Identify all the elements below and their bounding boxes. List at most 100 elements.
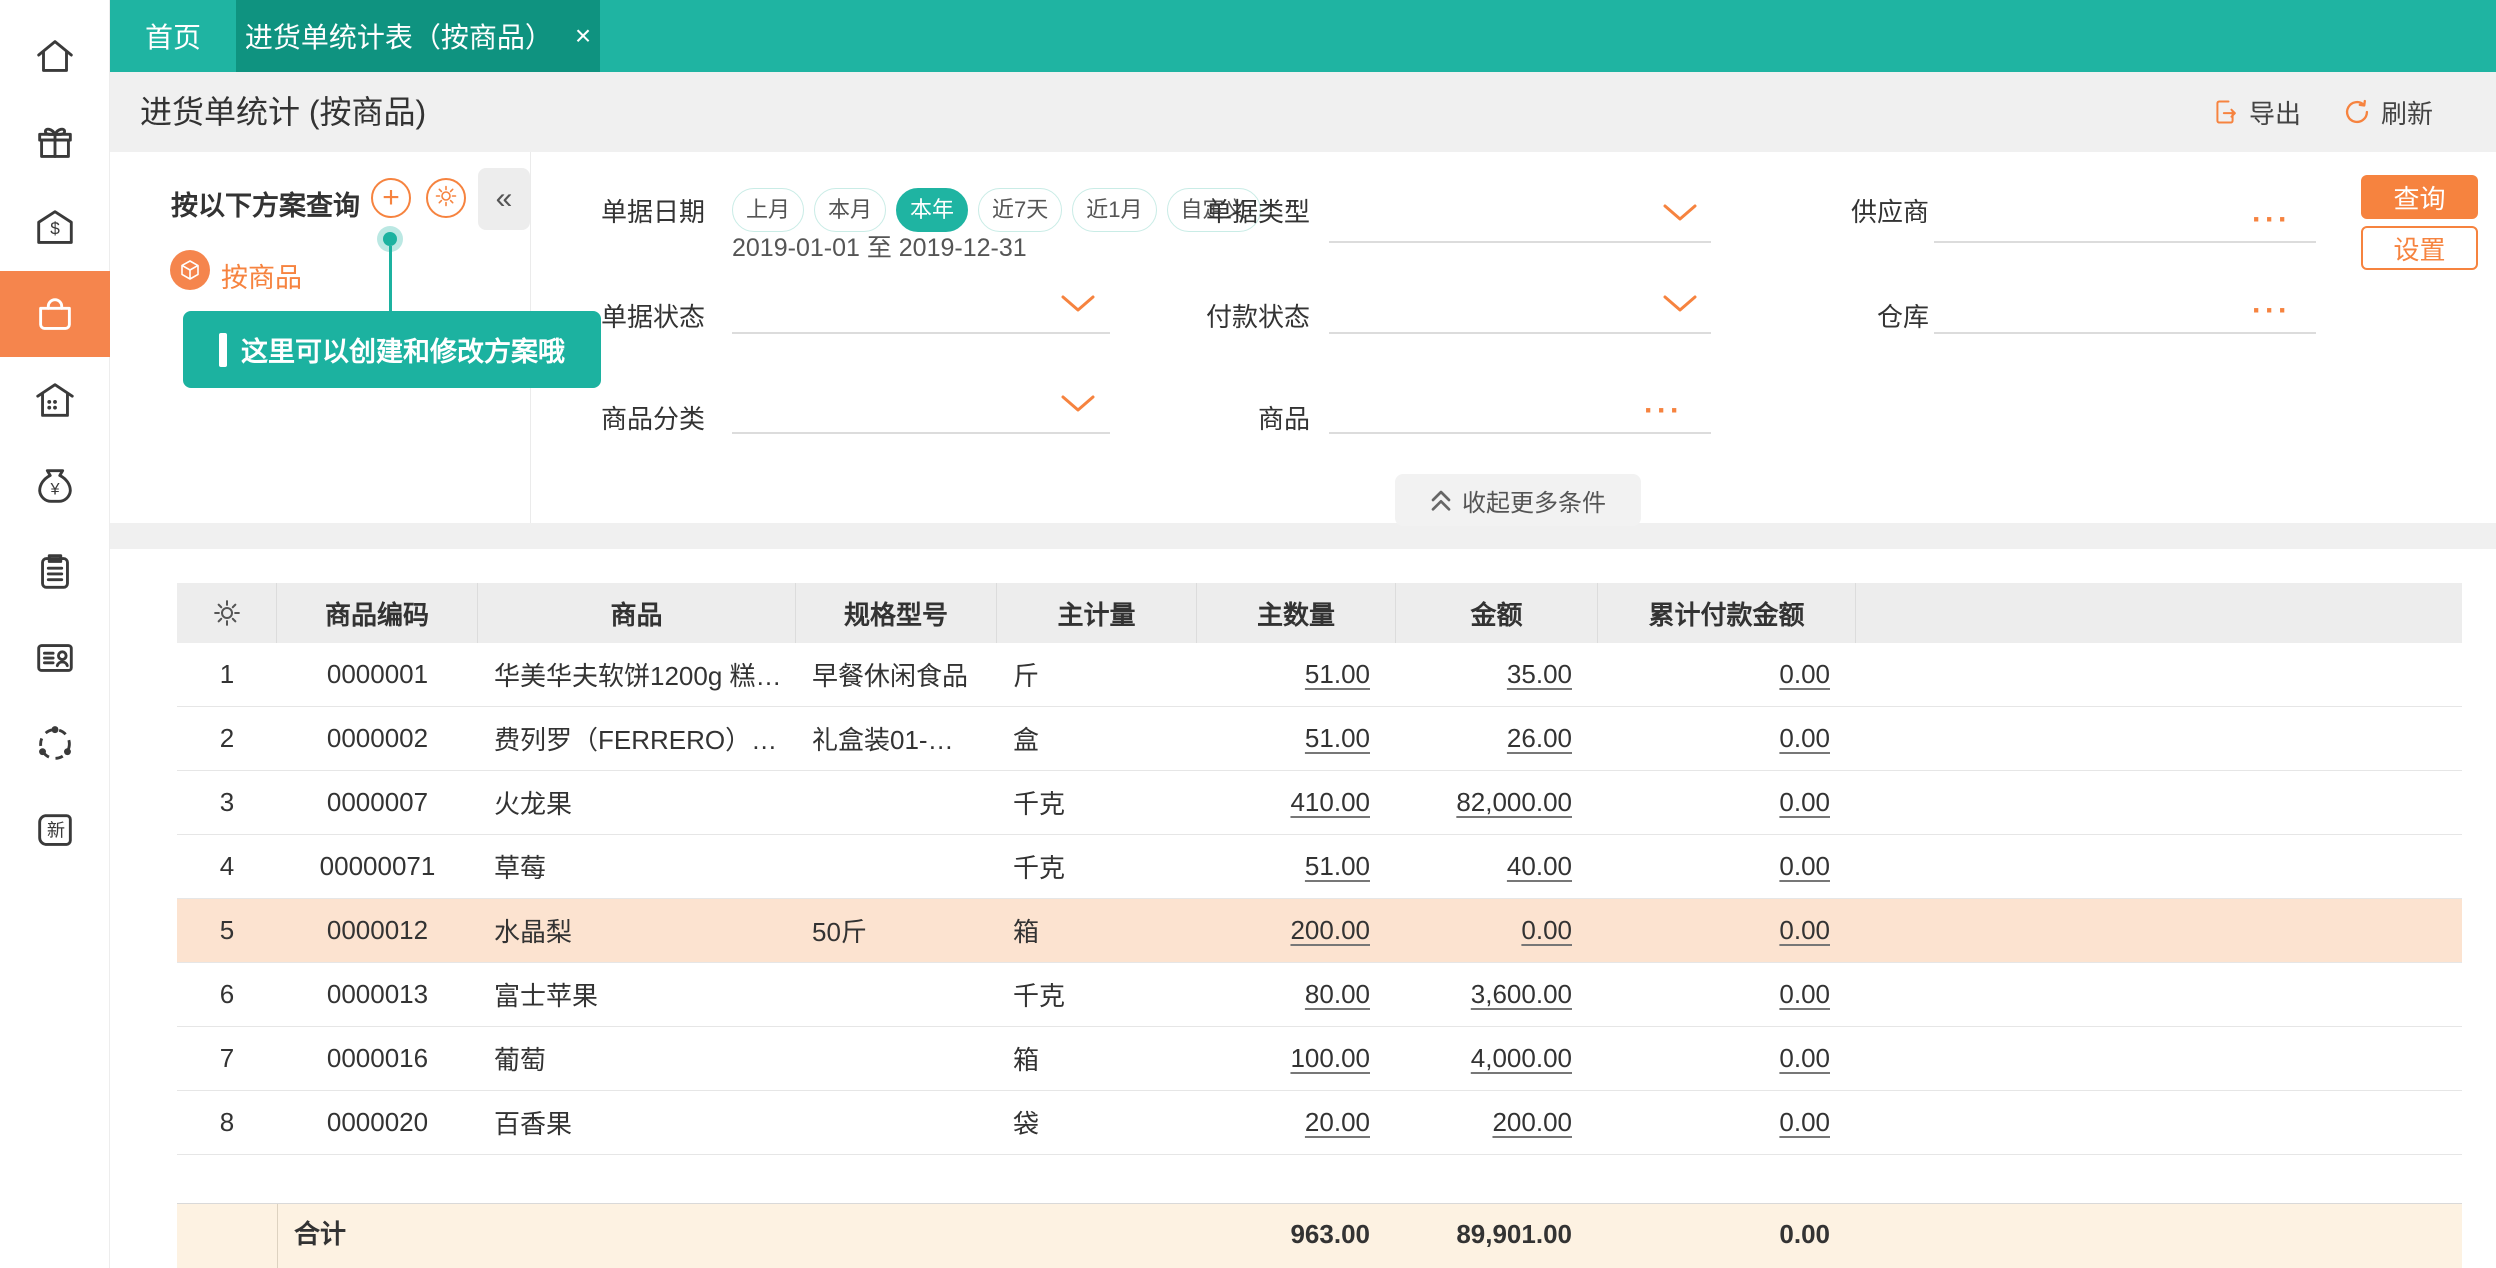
add-scheme-button[interactable]: + — [371, 178, 411, 218]
supplier-more-icon[interactable]: ··· — [2252, 203, 2291, 237]
cell-code: 0000016 — [326, 1043, 429, 1073]
warehouse-field[interactable] — [1934, 332, 2316, 334]
cell-qty: 51.00 — [1197, 707, 1396, 770]
cell-amount: 200.00 — [1396, 1091, 1598, 1154]
supplier-field[interactable] — [1934, 241, 2316, 243]
pay-status-field[interactable] — [1329, 332, 1711, 334]
amount-link[interactable]: 40.00 — [1507, 851, 1572, 882]
collapse-more-filters-button[interactable]: 收起更多条件 — [1395, 474, 1641, 526]
column-header-settings[interactable] — [177, 583, 277, 643]
date-pill[interactable]: 近7天 — [978, 188, 1063, 232]
paid-link[interactable]: 0.00 — [1779, 1043, 1830, 1074]
paid-link[interactable]: 0.00 — [1779, 723, 1830, 754]
doc-status-chevron-down-icon[interactable] — [1060, 294, 1096, 314]
paid-link[interactable]: 0.00 — [1779, 1107, 1830, 1138]
scheme-settings-button[interactable] — [426, 178, 466, 218]
category-field[interactable] — [732, 432, 1110, 434]
sidebar-item-new-badge[interactable]: 新 — [0, 787, 110, 873]
qty-link[interactable]: 51.00 — [1305, 723, 1370, 754]
sidebar-item-clipboard[interactable] — [0, 529, 110, 615]
sidebar-item-network[interactable] — [0, 701, 110, 787]
svg-text:$: $ — [50, 219, 60, 239]
warehouse-icon — [32, 377, 78, 423]
cell-code: 0000007 — [326, 787, 429, 817]
qty-link[interactable]: 51.00 — [1305, 851, 1370, 882]
total-row-divider — [277, 1204, 278, 1268]
sidebar-item-warehouse[interactable] — [0, 357, 110, 443]
cell-name: 火龙果 — [494, 789, 573, 819]
tooltip-connector — [389, 246, 392, 312]
paid-link[interactable]: 0.00 — [1779, 979, 1830, 1010]
product-field[interactable] — [1329, 432, 1711, 434]
amount-link[interactable]: 200.00 — [1492, 1107, 1572, 1138]
cell-amount: 82,000.00 — [1396, 771, 1598, 834]
qty-link[interactable]: 80.00 — [1305, 979, 1370, 1010]
table-row[interactable]: 7 0000016 葡萄 箱 100.00 4,000.00 0.00 — [177, 1027, 2462, 1091]
sidebar-item-sales-house[interactable]: $ — [0, 185, 110, 271]
cell-unit: 斤 — [1013, 661, 1040, 691]
warehouse-more-icon[interactable]: ··· — [2252, 294, 2291, 328]
sidebar-item-money-bag[interactable]: ¥ — [0, 443, 110, 529]
qty-link[interactable]: 20.00 — [1305, 1107, 1370, 1138]
settings-button[interactable]: 设置 — [2361, 226, 2478, 270]
cell-unit: 千克 — [1013, 853, 1066, 883]
scheme-item-label[interactable]: 按商品 — [221, 256, 302, 295]
cell-amount: 0.00 — [1396, 899, 1598, 962]
close-tab-icon[interactable]: × — [575, 22, 591, 50]
cell-filler — [1856, 1027, 2462, 1090]
cell-unit: 袋 — [1013, 1109, 1040, 1139]
section-divider — [110, 523, 2496, 549]
sidebar-item-contact-card[interactable] — [0, 615, 110, 701]
qty-link[interactable]: 410.00 — [1290, 787, 1370, 818]
pay-status-chevron-down-icon[interactable] — [1662, 294, 1698, 314]
network-icon — [32, 721, 78, 767]
cell-paid: 0.00 — [1598, 835, 1856, 898]
cell-name: 百香果 — [494, 1109, 573, 1139]
cell-amount: 3,600.00 — [1396, 963, 1598, 1026]
table-row[interactable]: 2 0000002 费列罗（FERRERO）… 礼盒装01-… 盒 51.00 26.00 0… — [177, 707, 2462, 771]
category-chevron-down-icon[interactable] — [1060, 394, 1096, 414]
amount-link[interactable]: 82,000.00 — [1456, 787, 1572, 818]
table-row[interactable]: 3 0000007 火龙果 千克 410.00 82,000.00 0.00 — [177, 771, 2462, 835]
table-row[interactable]: 4 00000071 草莓 千克 51.00 40.00 0.00 — [177, 835, 2462, 899]
cell-filler — [1856, 835, 2462, 898]
amount-link[interactable]: 4,000.00 — [1471, 1043, 1572, 1074]
paid-link[interactable]: 0.00 — [1779, 915, 1830, 946]
table-row[interactable]: 1 0000001 华美华夫软饼1200g 糕… 早餐休闲食品 斤 51.00 35.00 0… — [177, 643, 2462, 707]
date-pill[interactable]: 本年 — [896, 188, 969, 232]
date-pill[interactable]: 本月 — [814, 188, 887, 232]
query-button[interactable]: 查询 — [2361, 175, 2478, 219]
table-row[interactable]: 6 0000013 富士苹果 千克 80.00 3,600.00 0.00 — [177, 963, 2462, 1027]
export-button[interactable]: 导出 — [2211, 72, 2301, 152]
qty-link[interactable]: 200.00 — [1290, 915, 1370, 946]
scheme-item-by-product[interactable] — [170, 250, 210, 290]
sidebar-item-home[interactable] — [0, 13, 110, 99]
paid-link[interactable]: 0.00 — [1779, 659, 1830, 690]
tab-home[interactable]: 首页 — [110, 0, 236, 72]
qty-link[interactable]: 51.00 — [1305, 659, 1370, 690]
refresh-button[interactable]: 刷新 — [2343, 72, 2433, 152]
doc-type-chevron-down-icon[interactable] — [1662, 203, 1698, 223]
paid-link[interactable]: 0.00 — [1779, 787, 1830, 818]
cell-index: 5 — [219, 915, 235, 945]
tab-purchase-report[interactable]: 进货单统计表（按商品） × — [236, 0, 600, 72]
amount-link[interactable]: 0.00 — [1521, 915, 1572, 946]
paid-link[interactable]: 0.00 — [1779, 851, 1830, 882]
qty-link[interactable]: 100.00 — [1290, 1043, 1370, 1074]
amount-link[interactable]: 26.00 — [1507, 723, 1572, 754]
date-range-text[interactable]: 2019-01-01 至 2019-12-31 — [732, 228, 1027, 264]
cell-filler — [1856, 707, 2462, 770]
cube-icon — [181, 260, 199, 280]
table-row[interactable]: 8 0000020 百香果 袋 20.00 200.00 0.00 — [177, 1091, 2462, 1155]
date-pill[interactable]: 上月 — [732, 188, 805, 232]
sidebar-item-gift[interactable] — [0, 99, 110, 185]
doc-type-field[interactable] — [1329, 241, 1711, 243]
sidebar-item-purchase-bag[interactable] — [0, 271, 110, 357]
amount-link[interactable]: 3,600.00 — [1471, 979, 1572, 1010]
table-row[interactable]: 5 0000012 水晶梨 50斤 箱 200.00 0.00 0.00 — [177, 899, 2462, 963]
total-amount: 89,901.00 — [1456, 1219, 1572, 1249]
cell-filler — [1856, 771, 2462, 834]
doc-status-field[interactable] — [732, 332, 1110, 334]
product-more-icon[interactable]: ··· — [1644, 394, 1683, 428]
amount-link[interactable]: 35.00 — [1507, 659, 1572, 690]
